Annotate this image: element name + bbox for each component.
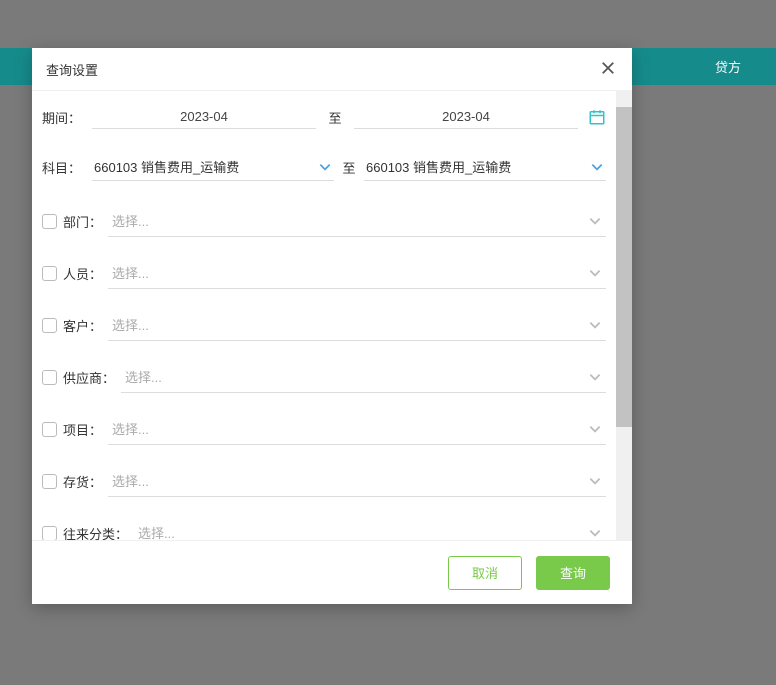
filter-placeholder: 选择... [138,523,175,540]
period-label: 期间： [42,108,92,127]
subject-label: 科目： [42,158,92,177]
topbar-credit-label: 贷方 [715,57,741,76]
period-from-input[interactable]: 2023-04 [92,105,316,129]
filter-label: 往来分类： [63,524,128,541]
scroll-area[interactable]: 期间： 2023-04 至 2023-04 科目： 660103 销售费用_运输… [32,91,616,540]
query-settings-modal: 查询设置 期间： 2023-04 至 2023-04 [32,48,632,604]
chevron-down-icon [588,318,602,332]
close-icon[interactable] [598,59,618,80]
filter-select[interactable]: 选择... [108,309,606,341]
filter-label: 项目： [63,420,102,439]
filter-label: 人员： [63,264,102,283]
filter-select[interactable]: 选择... [108,465,606,497]
filter-checkbox[interactable] [42,370,57,385]
filter-checkbox[interactable] [42,526,57,541]
filter-row: 部门： 选择... [42,205,606,237]
filter-select[interactable]: 选择... [108,257,606,289]
cancel-button[interactable]: 取消 [448,556,522,590]
filter-label: 供应商： [63,368,115,387]
modal-body: 期间： 2023-04 至 2023-04 科目： 660103 销售费用_运输… [32,90,632,540]
filter-select[interactable]: 选择... [108,413,606,445]
chevron-down-icon [588,474,602,488]
modal-footer: 取消 查询 [32,540,632,604]
subject-to-value: 660103 销售费用_运输费 [366,157,511,176]
chevron-down-icon [588,214,602,228]
filter-row: 人员： 选择... [42,257,606,289]
subject-to-label: 至 [334,158,364,177]
subject-from-select[interactable]: 660103 销售费用_运输费 [92,153,334,181]
filter-select[interactable]: 选择... [108,205,606,237]
period-to-label: 至 [316,108,354,127]
filter-select[interactable]: 选择... [121,361,606,393]
chevron-down-icon [590,160,604,174]
filter-placeholder: 选择... [125,367,162,386]
filter-placeholder: 选择... [112,263,149,282]
filter-checkbox[interactable] [42,422,57,437]
chevron-down-icon [588,422,602,436]
subject-to-select[interactable]: 660103 销售费用_运输费 [364,153,606,181]
chevron-down-icon [588,370,602,384]
scrollbar-thumb[interactable] [616,107,632,427]
chevron-down-icon [318,160,332,174]
filter-label: 客户： [63,316,102,335]
filter-row: 往来分类： 选择... [42,517,606,540]
modal-title: 查询设置 [46,60,98,79]
filter-row: 存货： 选择... [42,465,606,497]
period-to-input[interactable]: 2023-04 [354,105,578,129]
query-button[interactable]: 查询 [536,556,610,590]
filter-checkbox[interactable] [42,474,57,489]
filter-label: 部门： [63,212,102,231]
filter-row: 项目： 选择... [42,413,606,445]
filter-row: 客户： 选择... [42,309,606,341]
subject-row: 科目： 660103 销售费用_运输费 至 660103 销售费用_运输费 [42,153,606,181]
filter-placeholder: 选择... [112,419,149,438]
modal-header: 查询设置 [32,48,632,90]
filter-checkbox[interactable] [42,214,57,229]
calendar-icon[interactable] [588,108,606,126]
chevron-down-icon [588,526,602,540]
filter-placeholder: 选择... [112,315,149,334]
filter-row: 供应商： 选择... [42,361,606,393]
filter-select[interactable]: 选择... [134,517,606,540]
filter-checkbox[interactable] [42,318,57,333]
filter-placeholder: 选择... [112,211,149,230]
subject-from-value: 660103 销售费用_运输费 [94,157,239,176]
filter-label: 存货： [63,472,102,491]
period-row: 期间： 2023-04 至 2023-04 [42,105,606,129]
chevron-down-icon [588,266,602,280]
filter-placeholder: 选择... [112,471,149,490]
filter-checkbox[interactable] [42,266,57,281]
